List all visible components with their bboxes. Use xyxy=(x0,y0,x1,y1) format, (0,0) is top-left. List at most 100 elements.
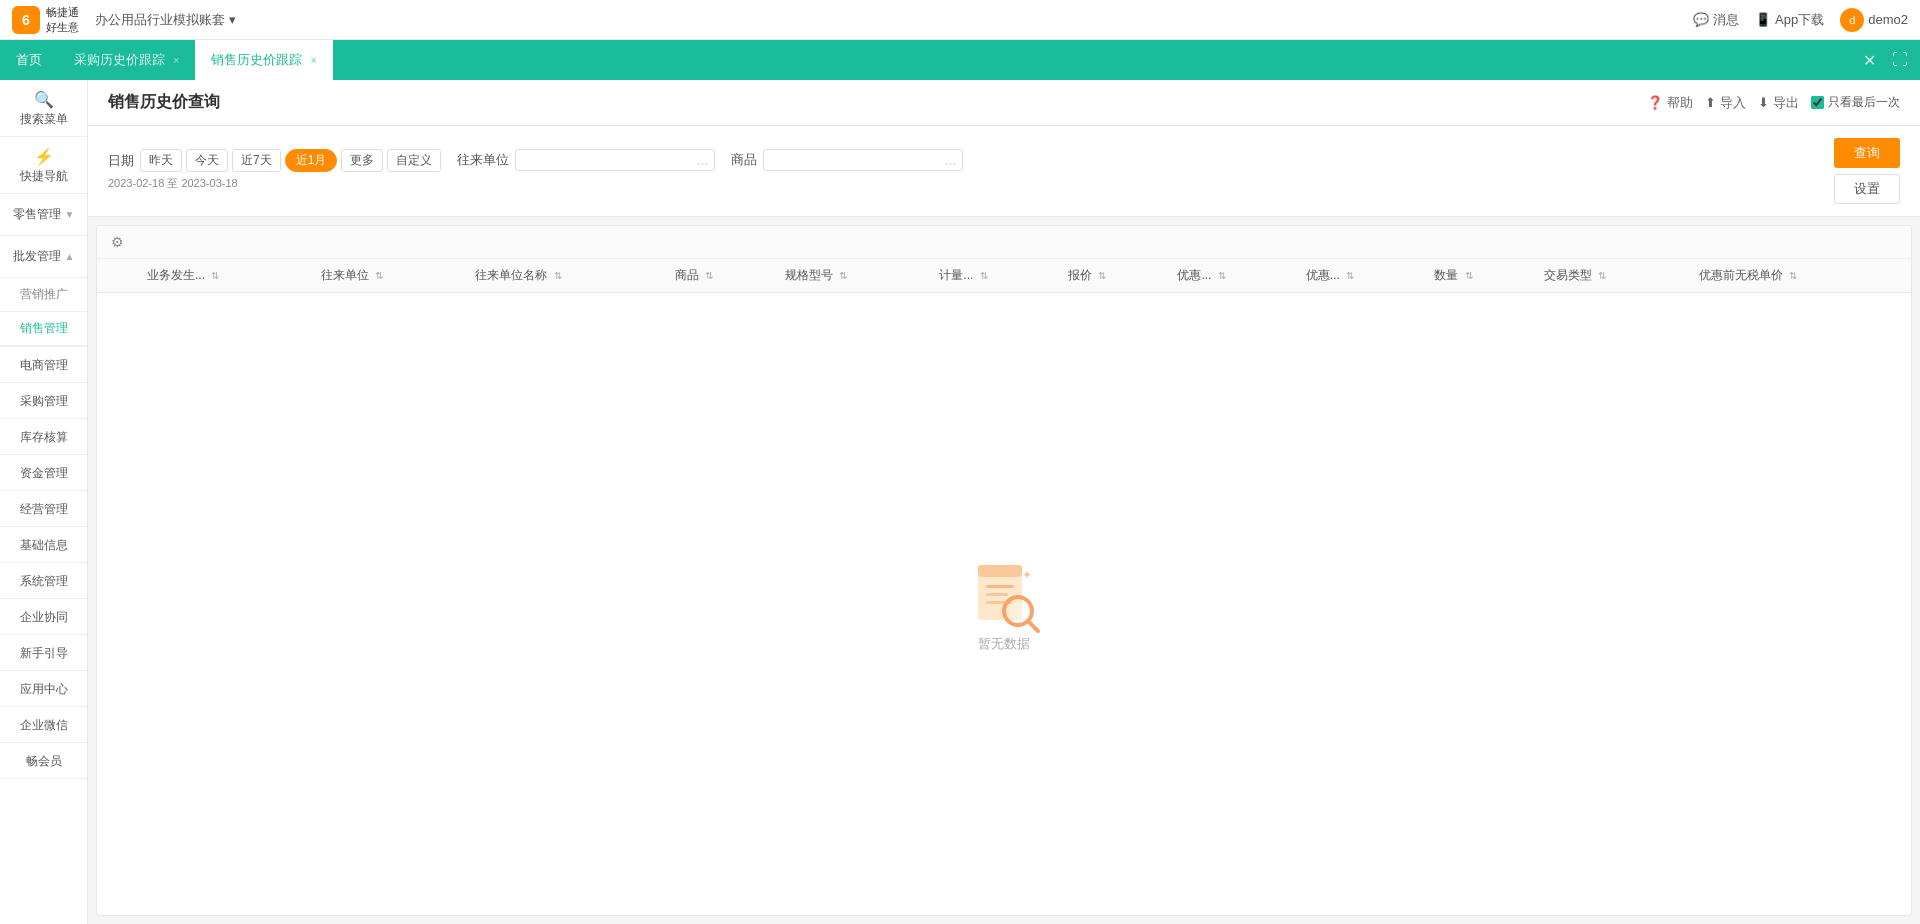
filter-area: 日期 昨天 今天 近7天 近1月 更多 自定义 2023-02-18 至 202… xyxy=(88,126,1920,217)
sidebar-item-app-center[interactable]: 应用中心 xyxy=(0,671,87,707)
sidebar-item-sales-mgmt[interactable]: 销售管理 xyxy=(0,312,87,346)
topbar: 6 畅捷通 好生意 办公用品行业模拟账套 ▾ 💬 消息 📱 App下载 d de… xyxy=(0,0,1920,40)
sidebar-app-label: 应用中心 xyxy=(20,681,68,698)
svg-rect-3 xyxy=(986,593,1008,596)
sidebar-ecommerce-label: 电商管理 xyxy=(20,357,68,374)
partner-input-dots[interactable]: ... xyxy=(697,152,709,168)
col-trade-type[interactable]: 交易类型 ⇅ xyxy=(1534,259,1689,293)
sidebar-item-operation-mgmt[interactable]: 经营管理 xyxy=(0,491,87,527)
help-action[interactable]: ❓ 帮助 xyxy=(1647,94,1693,112)
workspace-label: 办公用品行业模拟账套 xyxy=(95,11,225,29)
tab-home[interactable]: 首页 xyxy=(0,40,58,80)
table-toolbar: ⚙ xyxy=(97,226,1911,259)
product-input-dots[interactable]: ... xyxy=(945,152,957,168)
query-button[interactable]: 查询 xyxy=(1834,138,1900,168)
sidebar-finance-label: 资金管理 xyxy=(20,465,68,482)
sidebar-guide-label: 新手引导 xyxy=(20,645,68,662)
col-unit-label: 计量... xyxy=(939,268,973,282)
col-unit[interactable]: 计量... ⇅ xyxy=(929,259,1057,293)
import-action[interactable]: ⬆ 导入 xyxy=(1705,94,1746,112)
col-discount2[interactable]: 优惠... ⇅ xyxy=(1296,259,1424,293)
col-biz-date[interactable]: 业务发生... ⇅ xyxy=(137,259,311,293)
product-input-wrap: ... xyxy=(763,149,963,171)
tab-purchase-history[interactable]: 采购历史价跟踪 × xyxy=(58,40,195,80)
col-partner-code[interactable]: 往来单位 ⇅ xyxy=(311,259,466,293)
col-pre-tax-price-sort: ⇅ xyxy=(1789,270,1797,281)
product-input[interactable] xyxy=(770,153,944,168)
last-record-checkbox-wrap: 只看最后一次 xyxy=(1811,94,1900,111)
close-all-tabs-button[interactable]: ✕ xyxy=(1859,47,1880,74)
sidebar-item-wholesale-mgmt[interactable]: 批发管理 ▲ xyxy=(0,236,87,278)
page-title-row: 销售历史价查询 ❓ 帮助 ⬆ 导入 ⬇ 导出 xyxy=(108,92,1900,113)
date-btn-1month[interactable]: 近1月 xyxy=(285,149,338,172)
date-btn-more[interactable]: 更多 xyxy=(341,149,383,172)
sidebar-item-quick-nav[interactable]: ⚡ 快捷导航 xyxy=(0,137,87,194)
col-discount1[interactable]: 优惠... ⇅ xyxy=(1167,259,1295,293)
logo-line1: 畅捷通 xyxy=(46,5,79,19)
date-btn-custom[interactable]: 自定义 xyxy=(387,149,441,172)
sidebar-item-enterprise-agreement[interactable]: 企业协同 xyxy=(0,599,87,635)
search-icon: 🔍 xyxy=(34,90,54,109)
date-label: 日期 xyxy=(108,152,134,170)
sidebar-search-label: 搜索菜单 xyxy=(20,111,68,128)
sidebar-item-member[interactable]: 畅会员 xyxy=(0,743,87,779)
sidebar-retail-label: 零售管理 xyxy=(13,206,61,223)
tab-sales-history[interactable]: 销售历史价跟踪 × xyxy=(195,40,332,80)
fullscreen-button[interactable]: ⛶ xyxy=(1888,47,1912,73)
message-label: 消息 xyxy=(1713,11,1739,29)
product-label: 商品 xyxy=(731,151,757,169)
settings-button[interactable]: 设置 xyxy=(1834,174,1900,204)
table-header: 业务发生... ⇅ 往来单位 ⇅ 往来单位名称 ⇅ 商品 xyxy=(97,259,1911,293)
app-download-action[interactable]: 📱 App下载 xyxy=(1755,11,1824,29)
col-unit-sort: ⇅ xyxy=(980,270,988,281)
sidebar-item-new-user-guide[interactable]: 新手引导 xyxy=(0,635,87,671)
user-avatar-action[interactable]: d demo2 xyxy=(1840,8,1908,32)
tabbar: 首页 采购历史价跟踪 × 销售历史价跟踪 × ✕ ⛶ xyxy=(0,40,1920,80)
sidebar-item-inventory-check[interactable]: 库存核算 xyxy=(0,419,87,455)
col-quoted-price[interactable]: 报价 ⇅ xyxy=(1058,259,1168,293)
retail-arrow-icon: ▼ xyxy=(65,209,75,220)
sidebar-item-retail-mgmt[interactable]: 零售管理 ▼ xyxy=(0,194,87,236)
col-partner-code-label: 往来单位 xyxy=(321,268,369,282)
col-quantity[interactable]: 数量 ⇅ xyxy=(1424,259,1534,293)
export-icon: ⬇ xyxy=(1758,95,1769,110)
sidebar-wholesale-label: 批发管理 xyxy=(13,248,61,265)
logo-icon: 6 xyxy=(12,6,40,34)
empty-illustration: ✦ xyxy=(964,555,1044,635)
sidebar-item-ecommerce-mgmt[interactable]: 电商管理 xyxy=(0,347,87,383)
table-container: ⚙ 业务发生... ⇅ 往来单位 ⇅ xyxy=(96,225,1912,916)
date-btn-yesterday[interactable]: 昨天 xyxy=(140,149,182,172)
col-discount1-sort: ⇅ xyxy=(1218,270,1226,281)
sidebar-item-basic-info[interactable]: 基础信息 xyxy=(0,527,87,563)
help-label: 帮助 xyxy=(1667,94,1693,112)
date-filter-inner: 日期 昨天 今天 近7天 近1月 更多 自定义 xyxy=(108,149,441,172)
sidebar-item-enterprise-wechat[interactable]: 企业微信 xyxy=(0,707,87,743)
tab-purchase-history-close[interactable]: × xyxy=(173,54,179,66)
tab-sales-history-close[interactable]: × xyxy=(310,54,316,66)
col-spec[interactable]: 规格型号 ⇅ xyxy=(775,259,930,293)
last-record-checkbox[interactable] xyxy=(1811,96,1824,109)
col-pre-tax-price[interactable]: 优惠前无税单价 ⇅ xyxy=(1689,259,1911,293)
workspace-selector[interactable]: 办公用品行业模拟账套 ▾ xyxy=(87,11,244,29)
col-quoted-price-sort: ⇅ xyxy=(1098,270,1106,281)
date-btn-7days[interactable]: 近7天 xyxy=(232,149,281,172)
topbar-left: 6 畅捷通 好生意 办公用品行业模拟账套 ▾ xyxy=(12,5,244,34)
date-btn-today[interactable]: 今天 xyxy=(186,149,228,172)
message-action[interactable]: 💬 消息 xyxy=(1693,11,1739,29)
col-biz-date-label: 业务发生... xyxy=(147,268,205,282)
column-settings-button[interactable]: ⚙ xyxy=(105,232,130,252)
col-pre-tax-price-label: 优惠前无税单价 xyxy=(1699,268,1783,282)
col-product[interactable]: 商品 ⇅ xyxy=(665,259,775,293)
sidebar-member-label: 畅会员 xyxy=(26,753,62,770)
sidebar-item-purchase-mgmt[interactable]: 采购管理 xyxy=(0,383,87,419)
export-action[interactable]: ⬇ 导出 xyxy=(1758,94,1799,112)
logo-text: 畅捷通 好生意 xyxy=(46,5,79,34)
sidebar-item-finance-mgmt[interactable]: 资金管理 xyxy=(0,455,87,491)
svg-rect-1 xyxy=(978,565,1022,577)
partner-input[interactable] xyxy=(522,153,696,168)
col-partner-name[interactable]: 往来单位名称 ⇅ xyxy=(465,259,665,293)
tabbar-actions: ✕ ⛶ xyxy=(1859,47,1920,74)
sidebar-item-system-mgmt[interactable]: 系统管理 xyxy=(0,563,87,599)
sidebar-item-sales-promo[interactable]: 营销推广 xyxy=(0,278,87,312)
sidebar-item-search-menu[interactable]: 🔍 搜索菜单 xyxy=(0,80,87,137)
